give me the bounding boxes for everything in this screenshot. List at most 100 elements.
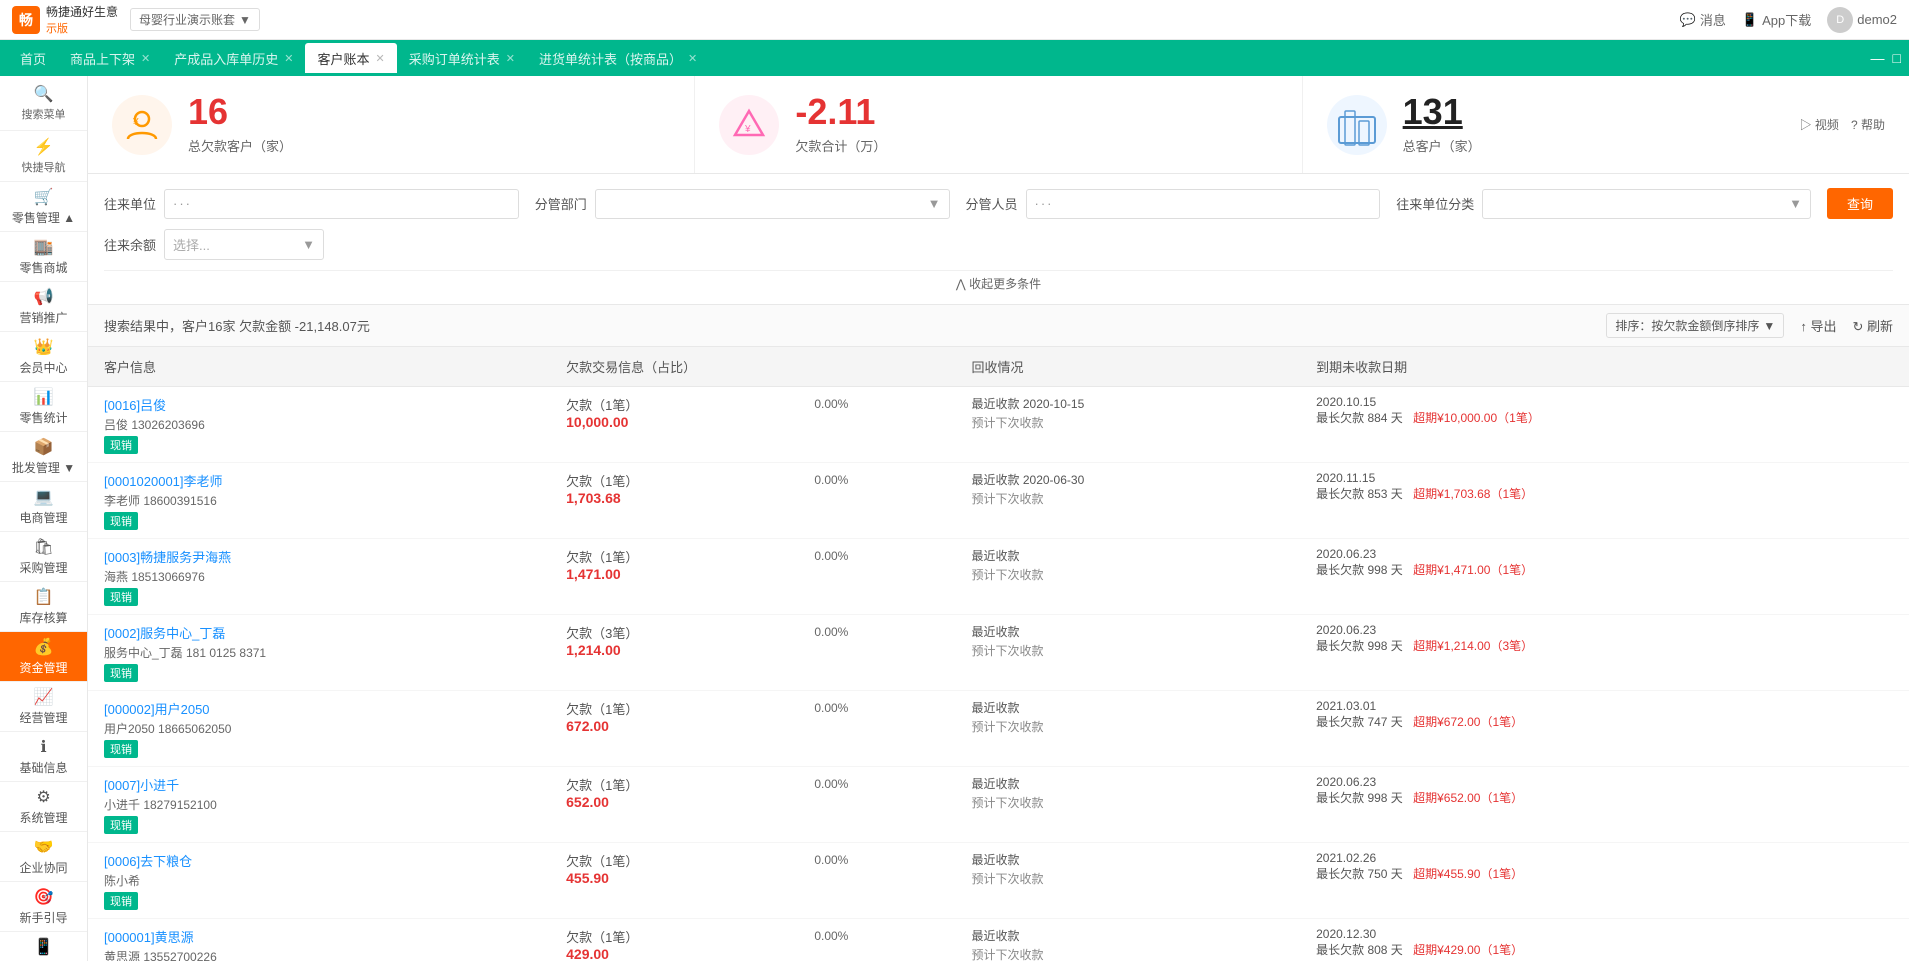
company-select[interactable]: 母婴行业演示账套 ▼ xyxy=(130,8,260,31)
logo: 畅 畅捷通好生意 示版 xyxy=(12,3,118,36)
debt-amount[interactable]: 10,000.00 xyxy=(566,414,782,430)
sidebar-item-member[interactable]: 👑 会员中心 xyxy=(0,332,87,382)
app-download-btn[interactable]: 📱 App下载 xyxy=(1742,10,1811,29)
sidebar-item-inventory[interactable]: 📋 库存核算 xyxy=(0,582,87,632)
customer-name-link[interactable]: [0002]服务中心_丁磊 xyxy=(104,626,225,641)
sort-chevron-icon: ▼ xyxy=(1763,319,1775,333)
latest-payment: 最近收款 xyxy=(972,623,1285,640)
sidebar-item-newbie[interactable]: 🎯 新手引导 xyxy=(0,882,87,932)
sidebar-item-marketing[interactable]: 📢 营销推广 xyxy=(0,282,87,332)
sidebar-item-retail-stats[interactable]: 📊 零售统计 xyxy=(0,382,87,432)
customer-phone: 李老师 18600391516 xyxy=(104,492,534,509)
overdue-link[interactable]: 超期¥1,214.00（3笔） xyxy=(1413,639,1533,653)
from-unit-input[interactable]: ··· xyxy=(164,189,519,219)
export-btn[interactable]: ↑ 导出 xyxy=(1800,316,1836,335)
latest-payment: 最近收款 2020-10-15 xyxy=(972,395,1285,412)
sidebar-item-quick-nav[interactable]: ⚡ 快捷导航 xyxy=(0,131,87,182)
video-btn[interactable]: ▷ 视频 xyxy=(1800,116,1839,133)
overdue-link[interactable]: 超期¥455.90（1笔） xyxy=(1413,867,1523,881)
balance-filter: 往来余额 选择... ▼ xyxy=(104,229,324,260)
tab-home[interactable]: 首页 xyxy=(8,43,58,73)
debt-amount[interactable]: 652.00 xyxy=(566,794,782,810)
overdue-days: 最长欠款 750 天 xyxy=(1316,867,1409,881)
sidebar-item-enterprise[interactable]: 🤝 企业协同 xyxy=(0,832,87,882)
tab-close-icon[interactable]: ✕ xyxy=(688,52,697,65)
due-date: 2020.11.15 xyxy=(1316,471,1893,485)
sidebar-item-search-menu[interactable]: 🔍 搜索菜单 xyxy=(0,76,87,131)
overdue-link[interactable]: 超期¥1,471.00（1笔） xyxy=(1413,563,1533,577)
latest-payment: 最近收款 xyxy=(972,547,1285,564)
tab-close-icon[interactable]: ✕ xyxy=(376,52,385,65)
help-btn[interactable]: ? 帮助 xyxy=(1851,116,1885,133)
tab-production-history[interactable]: 产成品入库单历史 ✕ xyxy=(162,43,305,73)
sidebar-item-operations[interactable]: 📈 经营管理 xyxy=(0,682,87,732)
overdue-link[interactable]: 超期¥1,703.68（1笔） xyxy=(1413,487,1533,501)
stat-debt-customers-content: 16 总欠款客户（家） xyxy=(188,94,292,155)
debt-amount[interactable]: 429.00 xyxy=(566,946,782,961)
customer-name-link[interactable]: [0016]吕俊 xyxy=(104,398,166,413)
sidebar-item-basic-info[interactable]: ℹ 基础信息 xyxy=(0,732,87,782)
sidebar-item-purchase[interactable]: 🛍 采购管理 xyxy=(0,532,87,582)
tab-close-icon[interactable]: ✕ xyxy=(506,52,515,65)
tab-customer-account[interactable]: 客户账本 ✕ xyxy=(305,43,396,73)
customer-badge: 现销 xyxy=(104,892,138,910)
tab-purchase-stat[interactable]: 进货单统计表（按商品） ✕ xyxy=(527,43,709,73)
sidebar-item-ecommerce[interactable]: 💻 电商管理 xyxy=(0,482,87,532)
customer-phone: 吕俊 13026203696 xyxy=(104,416,534,433)
latest-payment: 最近收款 xyxy=(972,851,1285,868)
overdue-link[interactable]: 超期¥672.00（1笔） xyxy=(1413,715,1523,729)
debt-customers-number: 16 xyxy=(188,94,292,130)
balance-select[interactable]: 选择... ▼ xyxy=(164,229,324,260)
customer-name-link[interactable]: [0003]畅捷服务尹海燕 xyxy=(104,550,231,565)
customer-badge: 现销 xyxy=(104,512,138,530)
debt-amount[interactable]: 1,471.00 xyxy=(566,566,782,582)
message-btn[interactable]: 💬 消息 xyxy=(1680,10,1726,29)
sidebar-item-retail-mall[interactable]: 🏬 零售商城 xyxy=(0,232,87,282)
customer-name-link[interactable]: [000001]黄思源 xyxy=(104,930,194,945)
overdue-link[interactable]: 超期¥429.00（1笔） xyxy=(1413,943,1523,957)
debt-percent: 0.00% xyxy=(814,549,939,563)
tab-window-minimize[interactable]: — xyxy=(1871,50,1885,66)
debt-count: 欠款（1笔） xyxy=(566,775,782,794)
table-row: [0002]服务中心_丁磊 服务中心_丁磊 181 0125 8371 现销 欠… xyxy=(88,615,1909,691)
sidebar-item-retail-management[interactable]: 🛒 零售管理 ▲ xyxy=(0,182,87,232)
debt-amount[interactable]: 672.00 xyxy=(566,718,782,734)
overdue-link[interactable]: 超期¥10,000.00（1笔） xyxy=(1413,411,1540,425)
sidebar-item-app-center[interactable]: 📱 应用中心 xyxy=(0,932,87,961)
next-payment: 预计下次收款 xyxy=(972,414,1285,431)
sidebar-item-system[interactable]: ⚙ 系统管理 xyxy=(0,782,87,832)
customer-phone: 小进千 18279152100 xyxy=(104,796,534,813)
next-payment: 预计下次收款 xyxy=(972,946,1285,961)
unit-class-select[interactable]: ▼ xyxy=(1482,189,1811,219)
collapse-filters-btn[interactable]: ⋀ 收起更多条件 xyxy=(104,270,1893,296)
sidebar: 🔍 搜索菜单 ⚡ 快捷导航 🛒 零售管理 ▲ 🏬 零售商城 📢 营销推广 👑 xyxy=(0,76,88,961)
query-button[interactable]: 查询 xyxy=(1827,188,1893,219)
tab-close-icon[interactable]: ✕ xyxy=(284,52,293,65)
user-menu[interactable]: D demo2 xyxy=(1827,7,1897,33)
sidebar-item-batch[interactable]: 📦 批发管理 ▼ xyxy=(0,432,87,482)
tab-close-icon[interactable]: ✕ xyxy=(141,52,150,65)
tab-purchase-summary[interactable]: 采购订单统计表 ✕ xyxy=(397,43,527,73)
person-input[interactable]: ··· xyxy=(1026,189,1381,219)
customer-name-link[interactable]: [0007]小进千 xyxy=(104,778,179,793)
tab-window-maximize[interactable]: □ xyxy=(1893,50,1901,66)
overdue-link[interactable]: 超期¥652.00（1笔） xyxy=(1413,791,1523,805)
refresh-icon: ↻ xyxy=(1852,319,1863,334)
sidebar-item-finance[interactable]: 💰 资金管理 xyxy=(0,632,87,682)
table-row: [0001020001]李老师 李老师 18600391516 现销 欠款（1笔… xyxy=(88,463,1909,539)
debt-total-number: -2.11 xyxy=(795,94,886,130)
customer-name-link[interactable]: [000002]用户2050 xyxy=(104,702,210,717)
sort-select[interactable]: 排序：按欠款金额倒序排序 ▼ xyxy=(1606,313,1784,338)
customer-name-link[interactable]: [0006]去下粮仓 xyxy=(104,854,192,869)
operations-icon: 📈 xyxy=(34,687,54,707)
debt-amount[interactable]: 455.90 xyxy=(566,870,782,886)
inventory-icon: 📋 xyxy=(34,587,54,607)
tab-product-shelf[interactable]: 商品上下架 ✕ xyxy=(58,43,162,73)
debt-amount[interactable]: 1,703.68 xyxy=(566,490,782,506)
customer-name-link[interactable]: [0001020001]李老师 xyxy=(104,474,223,489)
due-date: 2020.06.23 xyxy=(1316,547,1893,561)
dept-select[interactable]: ▼ xyxy=(595,189,950,219)
overdue-days: 最长欠款 998 天 xyxy=(1316,563,1409,577)
refresh-btn[interactable]: ↻ 刷新 xyxy=(1852,316,1893,335)
debt-amount[interactable]: 1,214.00 xyxy=(566,642,782,658)
